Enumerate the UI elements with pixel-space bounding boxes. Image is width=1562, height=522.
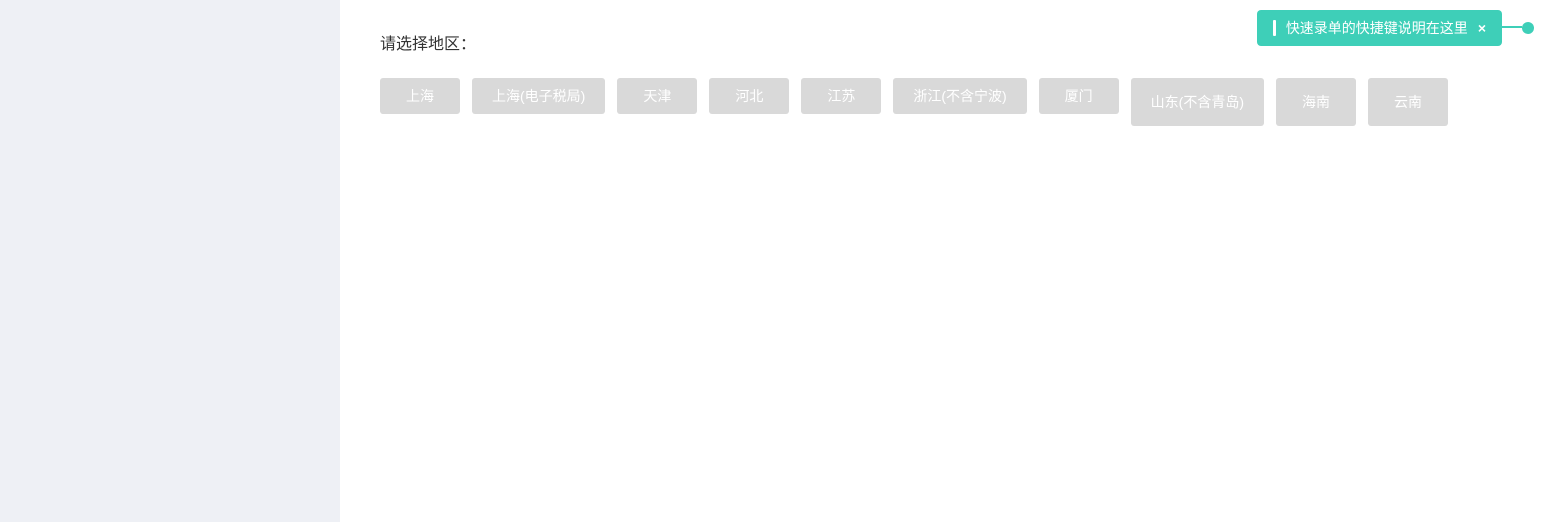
region-btn-shanghai-etax[interactable]: 上海(电子税局): [472, 78, 605, 114]
region-btn-tianjin[interactable]: 天津: [617, 78, 697, 114]
tooltip-banner: 快速录单的快捷键说明在这里 ×: [1257, 10, 1502, 46]
region-btn-zhejiang[interactable]: 浙江(不含宁波): [893, 78, 1026, 114]
region-btn-shanghai[interactable]: 上海: [380, 78, 460, 114]
tooltip-text: 快速录单的快捷键说明在这里: [1286, 18, 1468, 38]
region-btn-hainan[interactable]: 海南: [1276, 78, 1356, 126]
region-btn-hebei[interactable]: 河北: [709, 78, 789, 114]
region-row-1: 上海 上海(电子税局) 天津 河北 江苏 浙江(不含宁波) 厦门: [380, 78, 1119, 114]
tooltip-dot: [1522, 22, 1534, 34]
region-btn-xiamen[interactable]: 厦门: [1039, 78, 1119, 114]
tooltip-close-button[interactable]: ×: [1478, 20, 1486, 36]
region-buttons-container: 上海 上海(电子税局) 天津 河北 江苏 浙江(不含宁波) 厦门 山东(不含青岛…: [380, 78, 1522, 126]
left-sidebar: [0, 0, 340, 522]
region-btn-shandong[interactable]: 山东(不含青岛): [1131, 78, 1264, 126]
main-content: 请选择地区： 上海 上海(电子税局) 天津 河北 江苏 浙江(不含宁波) 厦门 …: [340, 0, 1562, 522]
tooltip-line: [1500, 26, 1522, 28]
tooltip-bar: [1273, 20, 1276, 36]
region-btn-jiangsu[interactable]: 江苏: [801, 78, 881, 114]
region-btn-yunnan[interactable]: 云南: [1368, 78, 1448, 126]
region-row-2: 山东(不含青岛) 海南 云南: [1131, 78, 1448, 126]
